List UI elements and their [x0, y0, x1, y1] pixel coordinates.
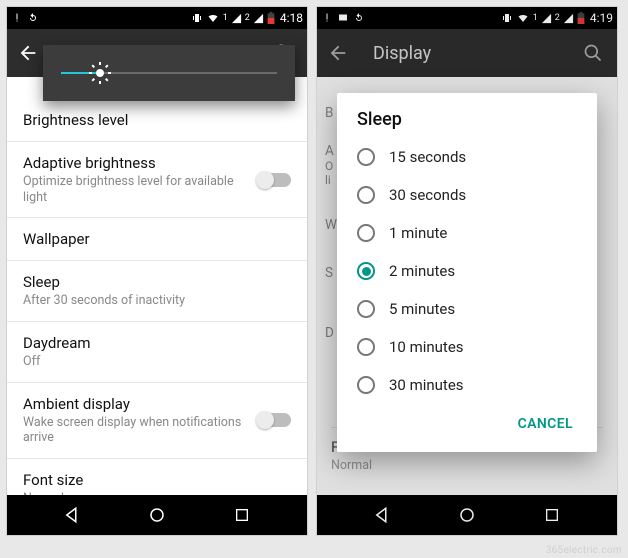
brightness-slider-panel — [43, 45, 295, 101]
settings-list: Brightness level Adaptive brightness Opt… — [7, 77, 307, 495]
row-ambient-display[interactable]: Ambient display Wake screen display when… — [7, 383, 307, 459]
sim1-label: 1 — [223, 13, 228, 23]
battery-icon — [267, 12, 275, 24]
nav-recent-button[interactable] — [222, 495, 262, 535]
radio-label: 2 minutes — [389, 262, 455, 280]
sync-icon — [27, 12, 39, 24]
vibrate-icon — [191, 12, 203, 24]
row-title: Daydream — [23, 334, 291, 352]
radio-icon — [357, 300, 375, 318]
signal1-icon — [231, 13, 242, 24]
row-sleep[interactable]: Sleep After 30 seconds of inactivity — [7, 261, 307, 322]
screen-left: 1 2 4:18 — [6, 6, 308, 536]
radio-icon — [357, 224, 375, 242]
cancel-button[interactable]: CANCEL — [506, 408, 585, 440]
row-wallpaper[interactable]: Wallpaper — [7, 218, 307, 261]
radio-option-30m[interactable]: 30 minutes — [337, 366, 597, 404]
row-title: Brightness level — [23, 111, 291, 129]
radio-option-15s[interactable]: 15 seconds — [337, 138, 597, 176]
row-daydream[interactable]: Daydream Off — [7, 322, 307, 383]
signal2-icon — [253, 13, 264, 24]
priority-icon — [11, 12, 23, 24]
nav-home-button[interactable] — [137, 495, 177, 535]
row-title: Adaptive brightness — [23, 154, 257, 172]
radio-option-2m[interactable]: 2 minutes — [337, 252, 597, 290]
radio-label: 15 seconds — [389, 148, 466, 166]
radio-icon — [357, 376, 375, 394]
radio-option-5m[interactable]: 5 minutes — [337, 290, 597, 328]
row-subtitle: Optimize brightness level for available … — [23, 174, 257, 205]
dialog-title: Sleep — [337, 109, 597, 138]
status-bar: 1 2 4:18 — [7, 7, 307, 29]
row-adaptive-brightness[interactable]: Adaptive brightness Optimize brightness … — [7, 142, 307, 218]
row-title: Sleep — [23, 273, 291, 291]
back-button[interactable] — [17, 39, 45, 67]
sim2-label: 2 — [245, 13, 250, 23]
ambient-display-toggle[interactable] — [257, 413, 291, 427]
radio-label: 5 minutes — [389, 300, 455, 318]
adaptive-brightness-toggle[interactable] — [257, 173, 291, 187]
row-subtitle: Wake screen display when notifications a… — [23, 415, 257, 446]
radio-option-1m[interactable]: 1 minute — [337, 214, 597, 252]
radio-icon — [357, 186, 375, 204]
clock: 4:18 — [280, 11, 303, 25]
row-font-size[interactable]: Font size Normal — [7, 459, 307, 495]
brightness-slider-thumb[interactable] — [88, 61, 112, 85]
row-title: Font size — [23, 471, 291, 489]
watermark: 365electric.com — [546, 545, 622, 556]
sleep-dialog: Sleep 15 seconds 30 seconds 1 minute 2 m… — [337, 93, 597, 452]
radio-label: 30 minutes — [389, 376, 464, 394]
radio-icon — [357, 338, 375, 356]
radio-label: 10 minutes — [389, 338, 464, 356]
radio-label: 1 minute — [389, 224, 447, 242]
radio-option-10m[interactable]: 10 minutes — [337, 328, 597, 366]
system-nav-bar — [7, 495, 307, 535]
row-subtitle: Off — [23, 354, 291, 370]
radio-icon — [357, 148, 375, 166]
row-title: Ambient display — [23, 395, 257, 413]
radio-label: 30 seconds — [389, 186, 466, 204]
screen-right: 1 2 4:19 Display — [316, 6, 618, 536]
nav-back-button[interactable] — [52, 495, 92, 535]
wifi-icon — [206, 12, 220, 24]
row-title: Wallpaper — [23, 230, 291, 248]
radio-icon — [357, 262, 375, 280]
row-subtitle: After 30 seconds of inactivity — [23, 293, 291, 309]
brightness-slider[interactable] — [61, 72, 277, 74]
radio-option-30s[interactable]: 30 seconds — [337, 176, 597, 214]
